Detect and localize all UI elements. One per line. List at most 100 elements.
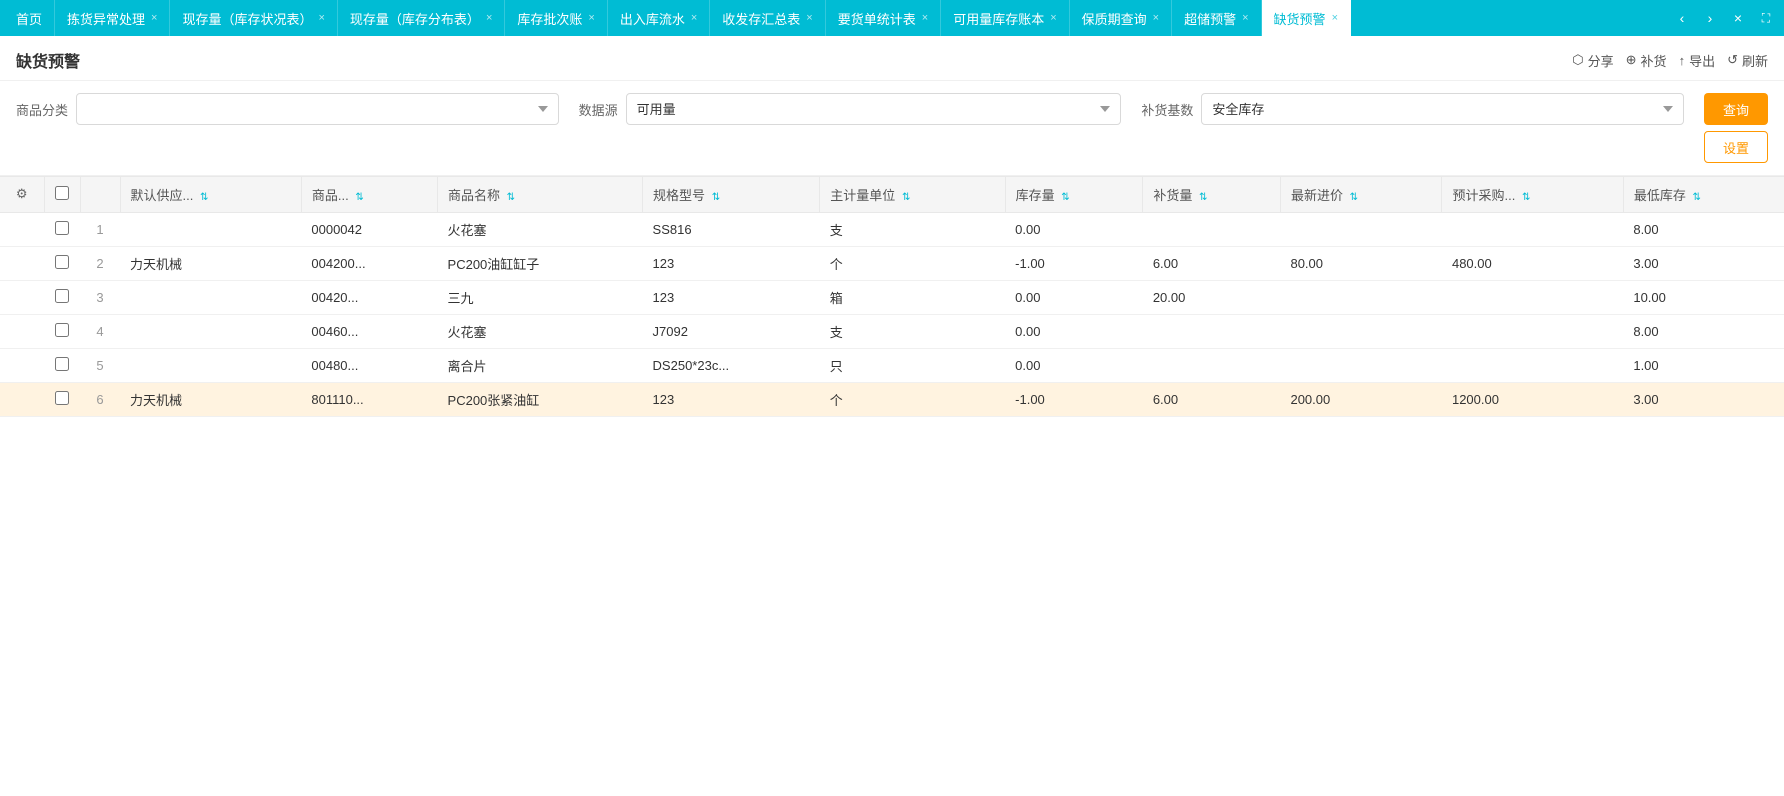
col-replenish-qty-label: 补货量 bbox=[1153, 188, 1192, 203]
row-est-purchase: 1200.00 bbox=[1442, 383, 1623, 417]
row-checkbox[interactable] bbox=[55, 221, 69, 235]
tab-shortage[interactable]: 缺货预警 × bbox=[1262, 0, 1351, 36]
col-latest-price-sort[interactable]: ⇅ bbox=[1350, 192, 1358, 203]
tab-batch-account-close[interactable]: × bbox=[588, 12, 594, 24]
table-row[interactable]: 4 00460... 火花塞 J7092 支 0.00 8.00 bbox=[0, 315, 1784, 349]
refresh-label: 刷新 bbox=[1742, 51, 1768, 70]
col-product-code-sort[interactable]: ⇅ bbox=[355, 192, 363, 203]
export-button[interactable]: ↑ 导出 bbox=[1679, 51, 1716, 70]
filter-category: 商品分类 bbox=[16, 93, 559, 125]
row-checkbox[interactable] bbox=[55, 255, 69, 269]
row-product-name: PC200油缸缸子 bbox=[438, 247, 643, 281]
row-checkbox[interactable] bbox=[55, 357, 69, 371]
row-checkbox-cell bbox=[44, 213, 80, 247]
tab-batch-account[interactable]: 库存批次账 × bbox=[505, 0, 607, 36]
tab-stock-dist-close[interactable]: × bbox=[486, 12, 492, 24]
row-product-name: PC200张紧油缸 bbox=[438, 383, 643, 417]
tab-order-stat[interactable]: 要货单统计表 × bbox=[826, 0, 941, 36]
tab-prev-button[interactable]: ‹ bbox=[1668, 4, 1696, 32]
tab-exception-close[interactable]: × bbox=[151, 12, 157, 24]
tab-collect-close[interactable]: × bbox=[806, 12, 812, 24]
row-product-name: 离合片 bbox=[438, 349, 643, 383]
col-spec-label: 规格型号 bbox=[653, 188, 705, 203]
row-supplier: 力天机械 bbox=[120, 247, 301, 281]
tab-inout-flow[interactable]: 出入库流水 × bbox=[608, 0, 710, 36]
row-supplier bbox=[120, 281, 301, 315]
row-latest-price bbox=[1280, 281, 1442, 315]
tab-stock-status[interactable]: 现存量（库存状况表） × bbox=[170, 0, 337, 36]
tab-order-stat-close[interactable]: × bbox=[922, 12, 928, 24]
tab-expiry-label: 保质期查询 bbox=[1082, 9, 1147, 28]
table-row[interactable]: 1 0000042 火花塞 SS816 支 0.00 8.00 bbox=[0, 213, 1784, 247]
tab-collect-label: 收发存汇总表 bbox=[722, 9, 800, 28]
tab-available-close[interactable]: × bbox=[1050, 12, 1056, 24]
row-spec: J7092 bbox=[643, 315, 820, 349]
tab-available[interactable]: 可用量库存账本 × bbox=[941, 0, 1069, 36]
tab-stock-dist[interactable]: 现存量（库存分布表） × bbox=[338, 0, 505, 36]
row-spec: DS250*23c... bbox=[643, 349, 820, 383]
col-header-product-code: 商品... ⇅ bbox=[301, 177, 437, 213]
tab-inout-flow-label: 出入库流水 bbox=[620, 9, 685, 28]
row-checkbox[interactable] bbox=[55, 289, 69, 303]
tab-order-stat-label: 要货单统计表 bbox=[838, 9, 916, 28]
tab-fullscreen-button[interactable]: ⛶ bbox=[1752, 4, 1780, 32]
table-settings-icon[interactable]: ⚙ bbox=[13, 186, 31, 204]
category-select[interactable] bbox=[76, 93, 559, 125]
table-row[interactable]: 5 00480... 离合片 DS250*23c... 只 0.00 1.00 bbox=[0, 349, 1784, 383]
row-est-purchase bbox=[1442, 349, 1623, 383]
replenish-select[interactable]: 安全库存 bbox=[1201, 93, 1684, 125]
col-unit-label: 主计量单位 bbox=[830, 188, 895, 203]
col-supplier-sort[interactable]: ⇅ bbox=[200, 192, 208, 203]
col-min-stock-label: 最低库存 bbox=[1634, 188, 1686, 203]
row-settings bbox=[0, 281, 44, 315]
replenish-button[interactable]: ⊕ 补货 bbox=[1626, 51, 1667, 70]
table-row[interactable]: 3 00420... 三九 123 箱 0.00 20.00 10.00 bbox=[0, 281, 1784, 315]
row-replenish-qty: 6.00 bbox=[1143, 383, 1281, 417]
tab-shortage-close[interactable]: × bbox=[1332, 12, 1338, 24]
col-stock-qty-sort[interactable]: ⇅ bbox=[1061, 192, 1069, 203]
tab-overstock[interactable]: 超储预警 × bbox=[1172, 0, 1261, 36]
col-replenish-qty-sort[interactable]: ⇅ bbox=[1199, 192, 1207, 203]
row-index: 4 bbox=[80, 315, 120, 349]
tab-inout-flow-close[interactable]: × bbox=[691, 12, 697, 24]
refresh-button[interactable]: ↺ 刷新 bbox=[1727, 51, 1768, 70]
col-spec-sort[interactable]: ⇅ bbox=[712, 192, 720, 203]
col-header-spec: 规格型号 ⇅ bbox=[643, 177, 820, 213]
row-checkbox-cell bbox=[44, 315, 80, 349]
row-checkbox-cell bbox=[44, 247, 80, 281]
col-est-purchase-sort[interactable]: ⇅ bbox=[1522, 192, 1530, 203]
replenish-label: 补货基数 bbox=[1141, 100, 1193, 119]
datasource-select[interactable]: 可用量 bbox=[626, 93, 1122, 125]
query-button[interactable]: 查询 bbox=[1704, 93, 1768, 125]
col-latest-price-label: 最新进价 bbox=[1291, 188, 1343, 203]
col-unit-sort[interactable]: ⇅ bbox=[902, 192, 910, 203]
share-button[interactable]: ⬡ 分享 bbox=[1572, 51, 1613, 70]
row-checkbox[interactable] bbox=[55, 391, 69, 405]
tab-overstock-close[interactable]: × bbox=[1242, 12, 1248, 24]
row-min-stock: 10.00 bbox=[1623, 281, 1784, 315]
col-min-stock-sort[interactable]: ⇅ bbox=[1692, 192, 1700, 203]
tab-close-all-button[interactable]: × bbox=[1724, 4, 1752, 32]
table-row[interactable]: 2 力天机械 004200... PC200油缸缸子 123 个 -1.00 6… bbox=[0, 247, 1784, 281]
tab-stock-status-close[interactable]: × bbox=[318, 12, 324, 24]
row-checkbox[interactable] bbox=[55, 323, 69, 337]
col-header-latest-price: 最新进价 ⇅ bbox=[1280, 177, 1442, 213]
tab-expiry[interactable]: 保质期查询 × bbox=[1070, 0, 1172, 36]
row-supplier bbox=[120, 349, 301, 383]
tab-exception[interactable]: 拣货异常处理 × bbox=[55, 0, 170, 36]
table-row[interactable]: 6 力天机械 801110... PC200张紧油缸 123 个 -1.00 6… bbox=[0, 383, 1784, 417]
select-all-checkbox[interactable] bbox=[55, 186, 69, 200]
tab-home-label: 首页 bbox=[16, 9, 42, 28]
tab-expiry-close[interactable]: × bbox=[1153, 12, 1159, 24]
tab-next-button[interactable]: › bbox=[1696, 4, 1724, 32]
col-product-name-sort[interactable]: ⇅ bbox=[507, 192, 515, 203]
tab-collect[interactable]: 收发存汇总表 × bbox=[710, 0, 825, 36]
row-unit: 个 bbox=[820, 247, 1005, 281]
tab-home[interactable]: 首页 bbox=[4, 0, 55, 36]
filter-section: 商品分类 数据源 可用量 补货基数 安全库存 查询 设置 bbox=[0, 81, 1784, 176]
settings-button[interactable]: 设置 bbox=[1704, 131, 1768, 163]
export-icon: ↑ bbox=[1679, 53, 1686, 68]
col-header-replenish-qty: 补货量 ⇅ bbox=[1143, 177, 1281, 213]
tab-stock-status-label: 现存量（库存状况表） bbox=[182, 9, 312, 28]
col-product-name-label: 商品名称 bbox=[448, 188, 500, 203]
